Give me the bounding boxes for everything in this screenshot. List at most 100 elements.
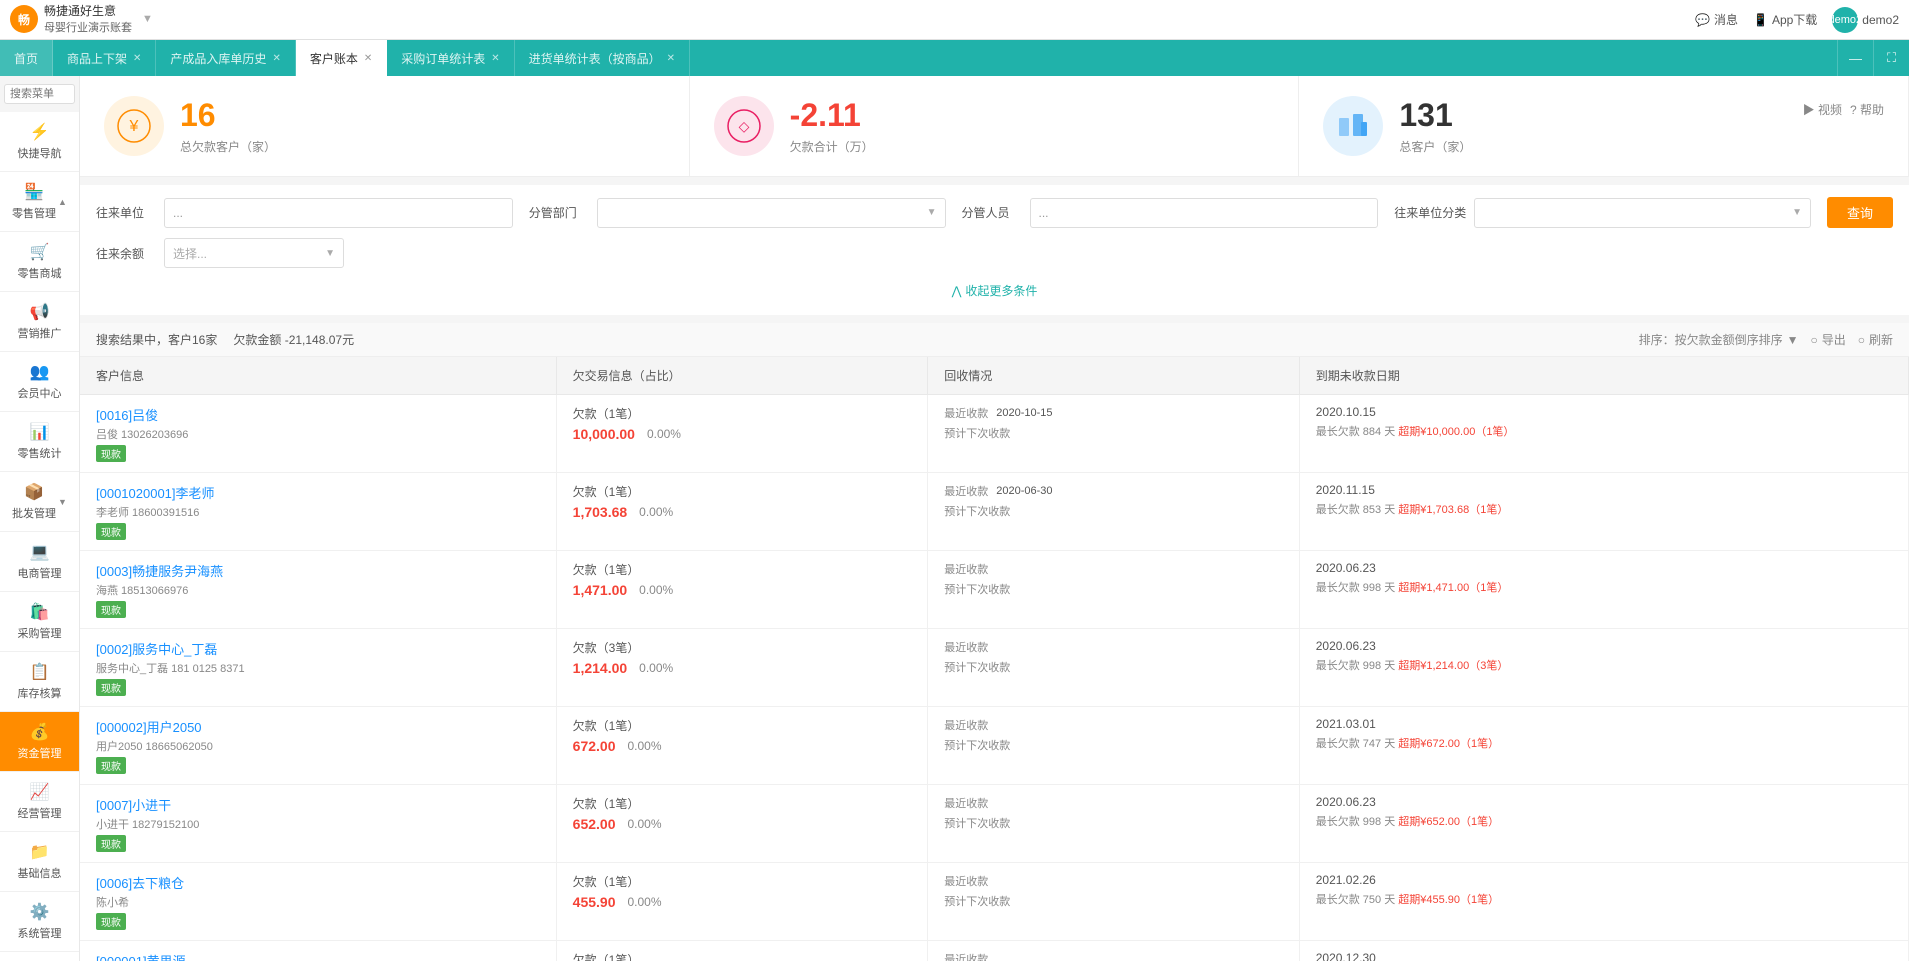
sidebar-search-input[interactable]: [4, 84, 75, 104]
overdue-link-5[interactable]: 超期¥652.00（1笔）: [1398, 816, 1499, 828]
tab-bar-end: — ⛶: [1837, 40, 1909, 76]
refresh-btn[interactable]: ○ 刷新: [1858, 331, 1893, 348]
user-area[interactable]: demo2 demo2: [1832, 7, 1899, 33]
from-unit-input[interactable]: ...: [164, 198, 513, 228]
result-bar: 搜索结果中，客户16家 欠款金额 -21,148.07元 排序：按欠款金额倒序排…: [80, 323, 1909, 357]
debt-cell-3: 欠款（3笔） 1,214.00 0.00%: [556, 629, 928, 707]
message-btn[interactable]: 💬 消息: [1695, 11, 1738, 28]
top-right-area: 💬 消息 📱 App下载 demo2 demo2: [1695, 7, 1899, 33]
sidebar-item-finance[interactable]: 💰 资金管理: [0, 712, 79, 772]
customer-name-0[interactable]: [0016]吕俊: [96, 405, 540, 424]
debt-count-0: 欠款（1笔）: [573, 405, 912, 422]
dept-select[interactable]: ▼: [597, 198, 946, 228]
video-action-btn[interactable]: ▶ 视频: [1803, 101, 1842, 118]
search-button[interactable]: 查询: [1827, 197, 1893, 228]
app-download-icon: 📱: [1753, 13, 1768, 27]
debt-amount-text: 欠款金额 -21,148.07元: [233, 331, 354, 348]
debt-amount-1[interactable]: 1,703.68: [573, 504, 628, 520]
customer-cell-5: [0007]小进干 小进干 18279152100 现款: [80, 785, 556, 863]
sidebar-item-marketing[interactable]: 📢 营销推广: [0, 292, 79, 352]
sidebar-item-retail-mgmt[interactable]: 🏪 零售管理 ▲: [0, 172, 79, 232]
tab-home[interactable]: 首页: [0, 40, 53, 76]
debt-amount-5[interactable]: 652.00: [573, 816, 616, 832]
table-row: [0001020001]李老师 李老师 18600391516 现款 欠款（1笔…: [80, 473, 1909, 551]
app-download-btn[interactable]: 📱 App下载: [1753, 11, 1817, 28]
export-btn[interactable]: ○ 导出: [1810, 331, 1845, 348]
marketing-icon: 📢: [30, 302, 50, 322]
sidebar-item-inventory[interactable]: 📋 库存核算: [0, 652, 79, 712]
tab-production-history[interactable]: 产成品入库单历史 ✕: [156, 40, 295, 76]
sidebar-item-quick-nav[interactable]: ⚡ 快捷导航: [0, 112, 79, 172]
overdue-link-6[interactable]: 超期¥455.90（1笔）: [1398, 894, 1499, 906]
ecommerce-icon: 💻: [30, 542, 50, 562]
tab-product-offline-close[interactable]: ✕: [133, 53, 141, 64]
tab-purchase-order[interactable]: 采购订单统计表 ✕: [387, 40, 514, 76]
basic-info-icon: 📁: [30, 842, 50, 862]
customer-name-4[interactable]: [000002]用户2050: [96, 717, 540, 736]
stat-icon-customers: ¥: [104, 96, 164, 156]
customer-tag-1: 现款: [96, 523, 126, 540]
tab-minimize-btn[interactable]: —: [1837, 40, 1873, 76]
overdue-info-0: 最长欠款 884 天 超期¥10,000.00（1笔）: [1316, 423, 1892, 439]
tab-customer-account[interactable]: 客户账本 ✕: [296, 40, 387, 76]
debt-count-2: 欠款（1笔）: [573, 561, 912, 578]
customer-phone-3: 服务中心_丁磊 181 0125 8371: [96, 660, 540, 676]
sidebar-item-ecommerce[interactable]: 💻 电商管理: [0, 532, 79, 592]
sidebar-item-basic-info[interactable]: 📁 基础信息: [0, 832, 79, 892]
sidebar-item-inventory-label: 库存核算: [18, 685, 62, 701]
sidebar-item-purchase-mgmt[interactable]: 🛍️ 采购管理: [0, 592, 79, 652]
debt-amount-0[interactable]: 10,000.00: [573, 426, 635, 442]
stat-value-area-total: 131 总客户（家）: [1399, 97, 1471, 155]
collapse-label: 收起更多条件: [965, 282, 1037, 299]
sidebar-item-operation[interactable]: 📈 经营管理: [0, 772, 79, 832]
customer-name-1[interactable]: [0001020001]李老师: [96, 483, 540, 502]
tab-bar: 首页 商品上下架 ✕ 产成品入库单历史 ✕ 客户账本 ✕ 采购订单统计表 ✕ 进…: [0, 40, 1909, 76]
customer-name-2[interactable]: [0003]畅捷服务尹海燕: [96, 561, 540, 580]
customer-name-7[interactable]: [000001]黄思源: [96, 951, 540, 961]
customer-tag-0: 现款: [96, 445, 126, 462]
sidebar-item-system[interactable]: ⚙️ 系统管理: [0, 892, 79, 952]
tab-inbound-stats[interactable]: 进货单统计表（按商品） ✕: [515, 40, 690, 76]
unit-category-select[interactable]: ▼: [1474, 198, 1811, 228]
debt-amount-4[interactable]: 672.00: [573, 738, 616, 754]
recovery-label-7: 最近收款: [944, 951, 988, 961]
debt-cell-0: 欠款（1笔） 10,000.00 0.00%: [556, 395, 928, 473]
customer-name-6[interactable]: [0006]去下粮仓: [96, 873, 540, 892]
stat-icon-debt: ◇: [714, 96, 774, 156]
sidebar-item-retail-stats[interactable]: 📊 零售统计: [0, 412, 79, 472]
customer-name-5[interactable]: [0007]小进干: [96, 795, 540, 814]
recovery-label-1: 最近收款: [944, 483, 988, 499]
sidebar-item-member[interactable]: 👥 会员中心: [0, 352, 79, 412]
tab-purchase-order-close[interactable]: ✕: [491, 53, 499, 64]
help-icon: ?: [1850, 103, 1857, 117]
sort-dropdown[interactable]: 排序：按欠款金额倒序排序 ▼: [1639, 331, 1799, 348]
logo-dropdown-icon[interactable]: ▼: [142, 13, 153, 25]
stat-label-customers: 总欠款客户（家）: [180, 138, 276, 155]
help-action-btn[interactable]: ? 帮助: [1850, 101, 1884, 118]
tab-product-offline[interactable]: 商品上下架 ✕: [53, 40, 156, 76]
sidebar-item-system-label: 系统管理: [18, 925, 62, 941]
collapse-row[interactable]: ⋀ 收起更多条件: [96, 278, 1893, 303]
debt-amount-2[interactable]: 1,471.00: [573, 582, 628, 598]
customer-name-3[interactable]: [0002]服务中心_丁磊: [96, 639, 540, 658]
person-input[interactable]: ...: [1030, 198, 1379, 228]
overdue-link-3[interactable]: 超期¥1,214.00（3笔）: [1398, 660, 1508, 672]
overdue-link-4[interactable]: 超期¥672.00（1笔）: [1398, 738, 1499, 750]
tab-customer-account-close[interactable]: ✕: [364, 53, 372, 64]
debt-amount-6[interactable]: 455.90: [573, 894, 616, 910]
sidebar-item-wholesale-mgmt[interactable]: 📦 批发管理 ▼: [0, 472, 79, 532]
tab-production-history-close[interactable]: ✕: [272, 53, 280, 64]
sidebar-item-operation-label: 经营管理: [18, 805, 62, 821]
sidebar-item-retail-mall[interactable]: 🛒 零售商城: [0, 232, 79, 292]
tab-maximize-btn[interactable]: ⛶: [1873, 40, 1909, 76]
debt-amount-3[interactable]: 1,214.00: [573, 660, 628, 676]
sidebar-item-enterprise-coop[interactable]: 🤝 企业协同: [0, 952, 79, 961]
overdue-link-1[interactable]: 超期¥1,703.68（1笔）: [1398, 504, 1508, 516]
balance-select[interactable]: 选择... ▼: [164, 238, 344, 268]
retail-stats-icon: 📊: [30, 422, 50, 442]
tab-inbound-stats-close[interactable]: ✕: [667, 53, 675, 64]
overdue-link-0[interactable]: 超期¥10,000.00（1笔）: [1398, 426, 1514, 438]
due-date-cell-7: 2020.12.30 最长欠款 808 天 超期¥429.00（1笔）: [1299, 941, 1908, 961]
overdue-link-2[interactable]: 超期¥1,471.00（1笔）: [1398, 582, 1508, 594]
sidebar-search-area[interactable]: [0, 76, 79, 112]
